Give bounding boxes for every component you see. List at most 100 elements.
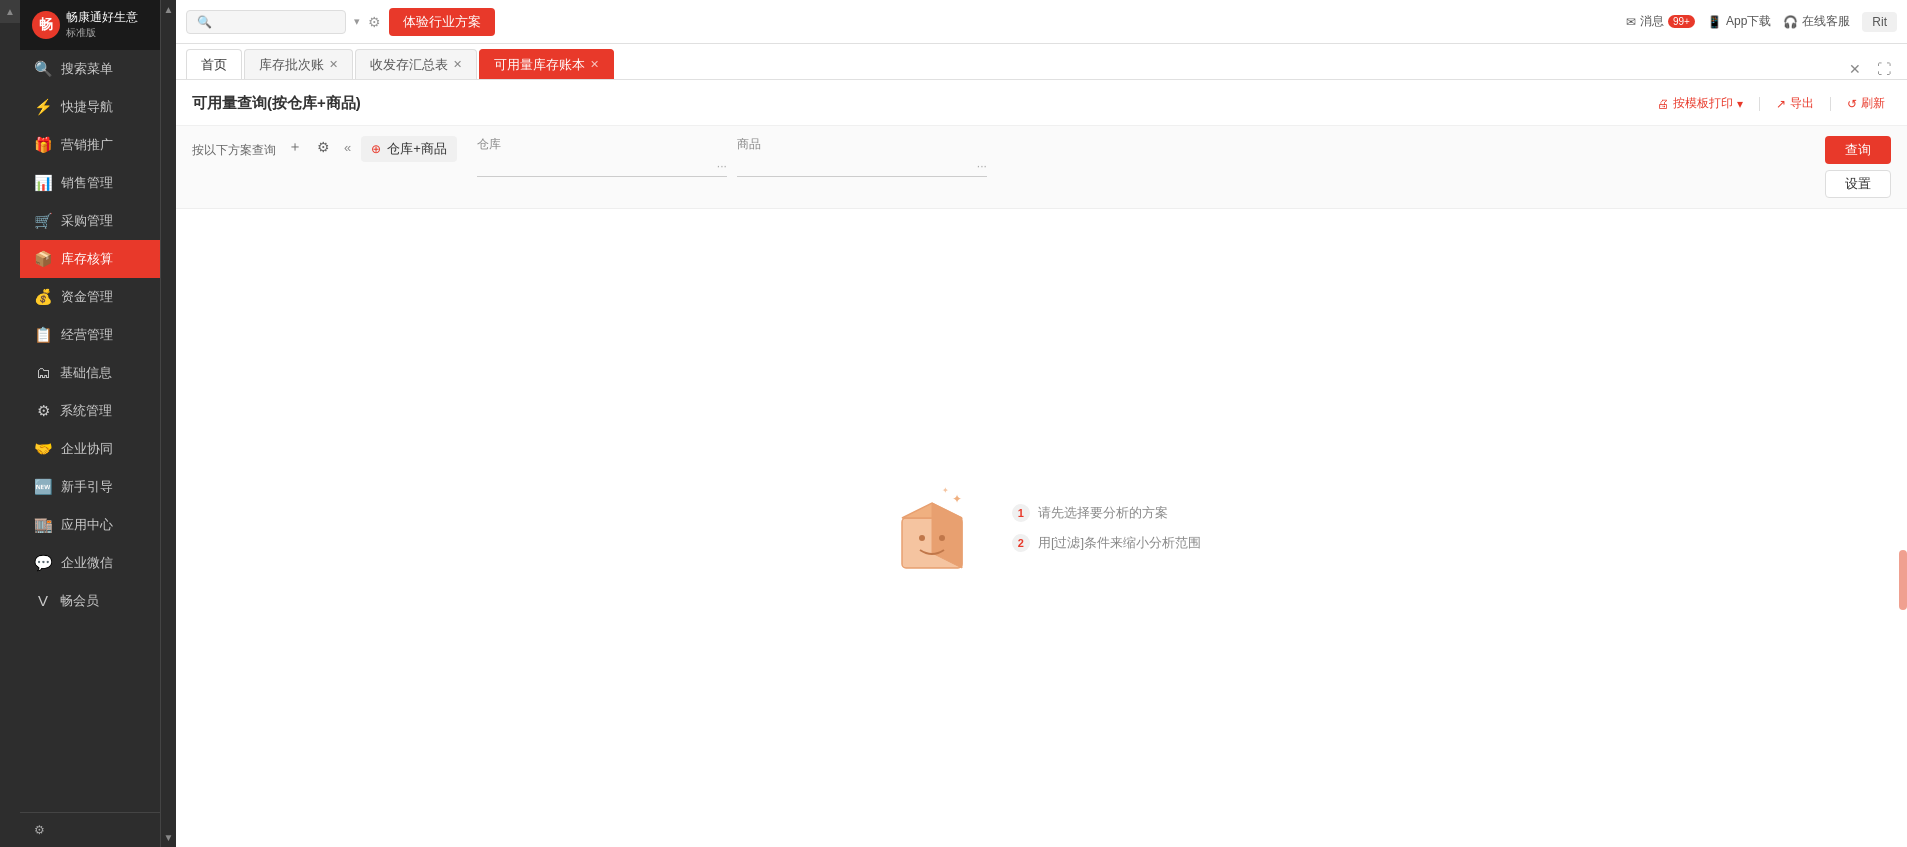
filter-fields: 仓库 ··· 商品 ··· [457,136,1805,177]
sidebar-item-company[interactable]: 🤝 企业协同 [20,430,160,468]
topbar-search-input[interactable] [216,15,335,29]
header-divider-2 [1830,97,1831,111]
sidebar-scroll-area: 🔍 搜索菜单 ⚡ 快捷导航 🎁 营销推广 📊 销售管理 🛒 采购管理 📦 库存核… [20,50,160,812]
scroll-up-btn[interactable]: ▲ [161,0,176,19]
tab-batch[interactable]: 库存批次账 ✕ [244,49,353,79]
empty-step-1: 1 请先选择要分析的方案 [1012,504,1201,522]
tab-close-available[interactable]: ✕ [590,58,599,71]
topbar-gear-icon[interactable]: ⚙ [368,14,381,30]
tab-home[interactable]: 首页 [186,49,242,79]
sidebar: 畅 畅康通好生意 标准版 🔍 搜索菜单 ⚡ 快捷导航 🎁 营销推广 📊 销售管理… [20,0,160,847]
shortcut-icon: ⚡ [34,98,53,116]
sidebar-item-purchase[interactable]: 🛒 采购管理 [20,202,160,240]
goods-more-icon[interactable]: ··· [977,159,987,173]
handshake-icon: 🤝 [34,440,53,458]
collapse-filter-button[interactable]: « [340,138,355,157]
window-close-button[interactable]: ✕ [1843,59,1867,79]
app-download-button[interactable]: 📱 App下载 [1707,13,1771,30]
header-divider-1 [1759,97,1760,111]
sidebar-item-finance[interactable]: 💰 资金管理 [20,278,160,316]
sidebar-item-wechat[interactable]: 💬 企业微信 [20,544,160,582]
empty-text-area: 1 请先选择要分析的方案 2 用[过滤]条件来缩小分析范围 [1012,504,1201,552]
scheme-item-area: ⊕ 仓库+商品 [361,136,457,162]
svg-point-4 [939,535,945,541]
online-service-button[interactable]: 🎧 在线客服 [1783,13,1850,30]
goods-input-wrapper: ··· [737,155,987,177]
filter-actions: 查询 设置 [1805,136,1891,198]
sidebar-scroll-controls: ▲ [0,0,20,847]
warehouse-input[interactable] [477,158,713,173]
sidebar-bottom[interactable]: ⚙ [20,812,160,847]
content-header: 可用量查询(按仓库+商品) 🖨 按模板打印 ▾ ↗ 导出 ↺ 刷新 [176,80,1907,126]
add-scheme-button[interactable]: ＋ [284,136,306,158]
user-menu-button[interactable]: Rit [1862,12,1897,32]
topbar-search-box[interactable]: 🔍 [186,10,346,34]
sidebar-logo: 畅 畅康通好生意 标准版 [20,0,160,50]
sidebar-item-system[interactable]: ⚙ 系统管理 [20,392,160,430]
warehouse-input-wrapper: ··· [477,155,727,177]
new-icon: 🆕 [34,478,53,496]
empty-state: ✦ ✦ 1 请先选择要分析的方案 2 用[过滤]条件来缩小分析范围 [176,209,1907,847]
gear-icon: ⚙ [34,402,52,420]
clipboard-icon: 📋 [34,326,53,344]
sidebar-item-basic[interactable]: 🗂 基础信息 [20,354,160,392]
settings-bottom-icon: ⚙ [34,823,45,837]
gift-icon: 🎁 [34,136,53,154]
money-icon: 💰 [34,288,53,306]
tab-close-batch[interactable]: ✕ [329,58,338,71]
sidebar-item-marketing[interactable]: 🎁 营销推广 [20,126,160,164]
empty-step-2: 2 用[过滤]条件来缩小分析范围 [1012,534,1201,552]
trial-industry-button[interactable]: 体验行业方案 [389,8,495,36]
query-button[interactable]: 查询 [1825,136,1891,164]
tab-close-collect[interactable]: ✕ [453,58,462,71]
right-scrollbar[interactable] [1899,550,1907,610]
warehouse-more-icon[interactable]: ··· [717,159,727,173]
sidebar-item-appstore[interactable]: 🏬 应用中心 [20,506,160,544]
logo-icon: 畅 [32,11,60,39]
logo-text: 畅康通好生意 标准版 [66,10,138,40]
phone-icon: 📱 [1707,15,1722,29]
step-1-number: 1 [1012,504,1030,522]
search-icon: 🔍 [34,60,53,78]
sidebar-scroll-up[interactable]: ▲ [0,0,20,23]
step-2-number: 2 [1012,534,1030,552]
sidebar-item-sales[interactable]: 📊 销售管理 [20,164,160,202]
scheme-item-warehouse[interactable]: ⊕ 仓库+商品 [361,136,457,162]
chart-icon: 📊 [34,174,53,192]
topbar-chevron-icon[interactable]: ▾ [354,15,360,28]
export-button[interactable]: ↗ 导出 [1770,92,1820,115]
headset-icon: 🎧 [1783,15,1798,29]
empty-illustration: ✦ ✦ [882,478,982,578]
settings-scheme-button[interactable]: ⚙ [312,136,334,158]
topbar-right: ✉ 消息 99+ 📱 App下载 🎧 在线客服 Rit [1626,12,1897,32]
print-icon: 🖨 [1657,97,1669,111]
sidebar-item-search[interactable]: 🔍 搜索菜单 [20,50,160,88]
sidebar-item-newguide[interactable]: 🆕 新手引导 [20,468,160,506]
sidebar-item-inventory[interactable]: 📦 库存核算 [20,240,160,278]
window-expand-button[interactable]: ⛶ [1871,59,1897,79]
export-icon: ↗ [1776,97,1786,111]
setting-button[interactable]: 设置 [1825,170,1891,198]
box-icon: 📦 [34,250,53,268]
tabs-bar: 首页 库存批次账 ✕ 收发存汇总表 ✕ 可用量库存账本 ✕ ✕ ⛶ [176,44,1907,80]
window-buttons: ✕ ⛶ [1843,59,1897,79]
store-icon: 🏬 [34,516,53,534]
tab-collect[interactable]: 收发存汇总表 ✕ [355,49,477,79]
print-button[interactable]: 🖨 按模板打印 ▾ [1651,92,1749,115]
message-icon: ✉ [1626,15,1636,29]
tab-available[interactable]: 可用量库存账本 ✕ [479,49,614,79]
filter-scheme-controls: ＋ ⚙ « [284,136,355,158]
message-button[interactable]: ✉ 消息 99+ [1626,13,1695,30]
scroll-down-btn[interactable]: ▼ [161,828,176,847]
refresh-button[interactable]: ↺ 刷新 [1841,92,1891,115]
goods-input[interactable] [737,158,973,173]
filter-area: 按以下方案查询 ＋ ⚙ « ⊕ 仓库+商品 仓库 ··· [176,126,1907,209]
search-small-icon: 🔍 [197,15,212,29]
folder-icon: 🗂 [34,364,52,381]
main-area: 🔍 ▾ ⚙ 体验行业方案 ✉ 消息 99+ 📱 App下载 🎧 在线客服 Rit [176,0,1907,847]
sidebar-item-member[interactable]: V 畅会员 [20,582,160,620]
message-badge: 99+ [1668,15,1695,28]
sidebar-item-shortcut[interactable]: ⚡ 快捷导航 [20,88,160,126]
scheme-item-icon: ⊕ [371,142,381,156]
sidebar-item-operation[interactable]: 📋 经营管理 [20,316,160,354]
